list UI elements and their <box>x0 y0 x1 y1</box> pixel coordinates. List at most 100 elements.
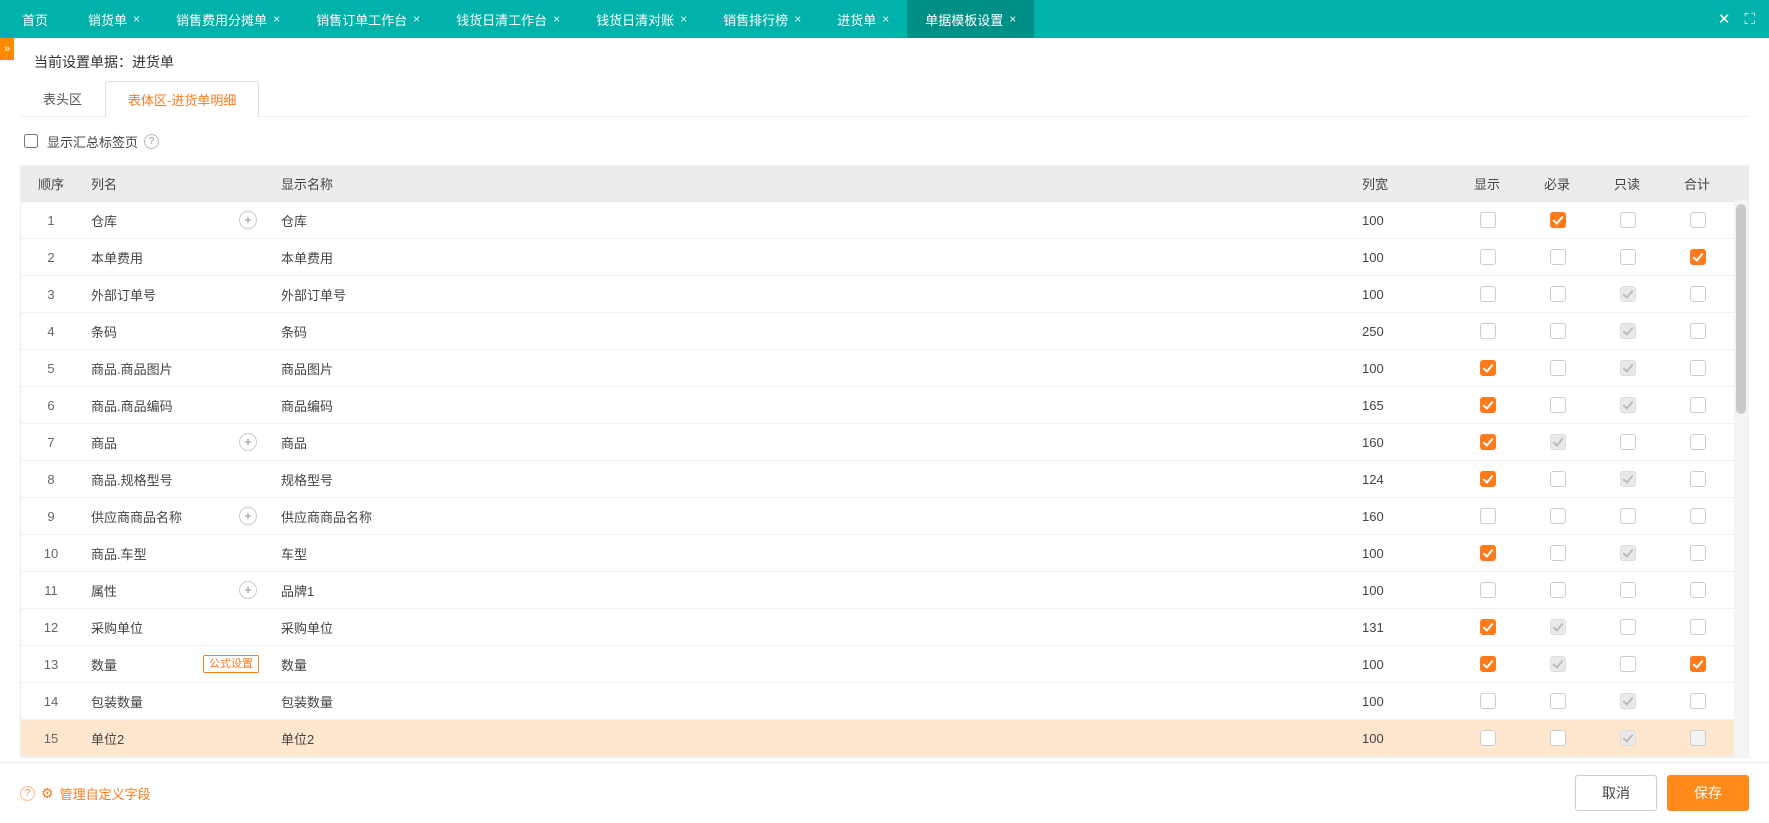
close-icon[interactable]: × <box>794 12 801 26</box>
top-tab[interactable]: 首页 <box>0 0 70 38</box>
top-tab[interactable]: 单据模板设置× <box>907 0 1034 38</box>
checkbox[interactable] <box>1480 323 1496 339</box>
checkbox[interactable] <box>1690 693 1706 709</box>
cell-display-name[interactable]: 本单费用 <box>271 239 1352 276</box>
checkbox[interactable] <box>1550 693 1566 709</box>
cell-display-name[interactable]: 商品图片 <box>271 350 1352 387</box>
table-row[interactable]: 5商品.商品图片商品图片100 <box>21 350 1748 387</box>
cell-display-name[interactable]: 仓库 <box>271 202 1352 239</box>
table-row[interactable]: 10商品.车型车型100 <box>21 535 1748 572</box>
cell-display-name[interactable]: 条码 <box>271 313 1352 350</box>
checkbox[interactable] <box>1690 656 1706 672</box>
manage-custom-fields-link[interactable]: 管理自定义字段 <box>60 784 151 803</box>
checkbox[interactable] <box>1480 286 1496 302</box>
cell-width[interactable]: 160 <box>1352 498 1452 535</box>
cell-display-name[interactable]: 规格型号 <box>271 461 1352 498</box>
cell-width[interactable]: 250 <box>1352 313 1452 350</box>
checkbox[interactable] <box>1620 619 1636 635</box>
top-tab[interactable]: 销售订单工作台× <box>298 0 438 38</box>
checkbox[interactable] <box>1550 545 1566 561</box>
formula-settings-button[interactable]: 公式设置 <box>203 655 259 673</box>
checkbox[interactable] <box>1480 619 1496 635</box>
table-row[interactable]: 8商品.规格型号规格型号124 <box>21 461 1748 498</box>
cell-width[interactable]: 100 <box>1352 276 1452 313</box>
table-row[interactable]: 1仓库+仓库100 <box>21 202 1748 239</box>
checkbox[interactable] <box>1550 471 1566 487</box>
vertical-scrollbar[interactable] <box>1734 200 1748 757</box>
cell-display-name[interactable]: 包装数量 <box>271 683 1352 720</box>
checkbox[interactable] <box>1550 286 1566 302</box>
table-row[interactable]: 13数量公式设置数量100 <box>21 646 1748 683</box>
checkbox[interactable] <box>1480 545 1496 561</box>
checkbox[interactable] <box>1690 286 1706 302</box>
checkbox[interactable] <box>1620 212 1636 228</box>
checkbox[interactable] <box>1480 249 1496 265</box>
cell-display-name[interactable]: 采购单位 <box>271 609 1352 646</box>
scrollbar-thumb[interactable] <box>1736 204 1746 414</box>
checkbox[interactable] <box>1480 508 1496 524</box>
cell-width[interactable]: 100 <box>1352 572 1452 609</box>
help-icon[interactable]: ? <box>20 786 35 801</box>
checkbox[interactable] <box>1690 434 1706 450</box>
cell-width[interactable]: 165 <box>1352 387 1452 424</box>
cell-display-name[interactable]: 车型 <box>271 535 1352 572</box>
checkbox[interactable] <box>1480 693 1496 709</box>
add-icon[interactable]: + <box>239 507 257 525</box>
cell-width[interactable]: 124 <box>1352 461 1452 498</box>
close-icon[interactable]: × <box>1009 12 1016 26</box>
section-tab[interactable]: 表头区 <box>20 80 105 116</box>
table-row[interactable]: 4条码条码250 <box>21 313 1748 350</box>
table-row[interactable]: 14包装数量包装数量100 <box>21 683 1748 720</box>
checkbox[interactable] <box>1690 545 1706 561</box>
cell-width[interactable]: 100 <box>1352 646 1452 683</box>
table-row[interactable]: 9供应商商品名称+供应商商品名称160 <box>21 498 1748 535</box>
checkbox[interactable] <box>1620 508 1636 524</box>
section-tab[interactable]: 表体区-进货单明细 <box>105 81 259 117</box>
checkbox[interactable] <box>1690 212 1706 228</box>
close-icon[interactable]: × <box>133 12 140 26</box>
checkbox[interactable] <box>1480 730 1496 746</box>
checkbox[interactable] <box>1690 582 1706 598</box>
table-row[interactable]: 12采购单位采购单位131 <box>21 609 1748 646</box>
show-summary-tab-checkbox[interactable] <box>24 134 38 148</box>
checkbox[interactable] <box>1620 434 1636 450</box>
checkbox[interactable] <box>1550 323 1566 339</box>
cell-display-name[interactable]: 商品 <box>271 424 1352 461</box>
checkbox[interactable] <box>1690 619 1706 635</box>
checkbox[interactable] <box>1620 249 1636 265</box>
table-row[interactable]: 11属性+品牌1100 <box>21 572 1748 609</box>
cell-display-name[interactable]: 外部订单号 <box>271 276 1352 313</box>
cell-width[interactable]: 100 <box>1352 202 1452 239</box>
checkbox[interactable] <box>1550 249 1566 265</box>
close-all-icon[interactable]: ✕ <box>1718 10 1731 28</box>
table-row[interactable]: 3外部订单号外部订单号100 <box>21 276 1748 313</box>
checkbox[interactable] <box>1690 471 1706 487</box>
help-icon[interactable]: ? <box>144 134 159 149</box>
close-icon[interactable]: × <box>882 12 889 26</box>
top-tab[interactable]: 钱货日清对账× <box>578 0 705 38</box>
checkbox[interactable] <box>1480 434 1496 450</box>
cell-width[interactable]: 100 <box>1352 239 1452 276</box>
checkbox[interactable] <box>1480 360 1496 376</box>
top-tab[interactable]: 销售排行榜× <box>705 0 819 38</box>
cell-display-name[interactable]: 品牌1 <box>271 572 1352 609</box>
checkbox[interactable] <box>1620 656 1636 672</box>
checkbox[interactable] <box>1550 508 1566 524</box>
top-tab[interactable]: 销货单× <box>70 0 158 38</box>
close-icon[interactable]: × <box>413 12 420 26</box>
checkbox[interactable] <box>1480 471 1496 487</box>
top-tab[interactable]: 进货单× <box>819 0 907 38</box>
cell-display-name[interactable]: 数量 <box>271 646 1352 683</box>
close-icon[interactable]: × <box>553 12 560 26</box>
fullscreen-icon[interactable]: ⛶ <box>1744 11 1755 28</box>
save-button[interactable]: 保存 <box>1667 775 1749 811</box>
top-tab[interactable]: 钱货日清工作台× <box>438 0 578 38</box>
cell-display-name[interactable]: 单位2 <box>271 720 1352 757</box>
sidebar-expand-handle[interactable]: » <box>0 38 14 60</box>
checkbox[interactable] <box>1690 360 1706 376</box>
cancel-button[interactable]: 取消 <box>1575 775 1657 811</box>
checkbox[interactable] <box>1550 212 1566 228</box>
checkbox[interactable] <box>1690 323 1706 339</box>
table-row[interactable]: 2本单费用本单费用100 <box>21 239 1748 276</box>
cell-display-name[interactable]: 商品编码 <box>271 387 1352 424</box>
